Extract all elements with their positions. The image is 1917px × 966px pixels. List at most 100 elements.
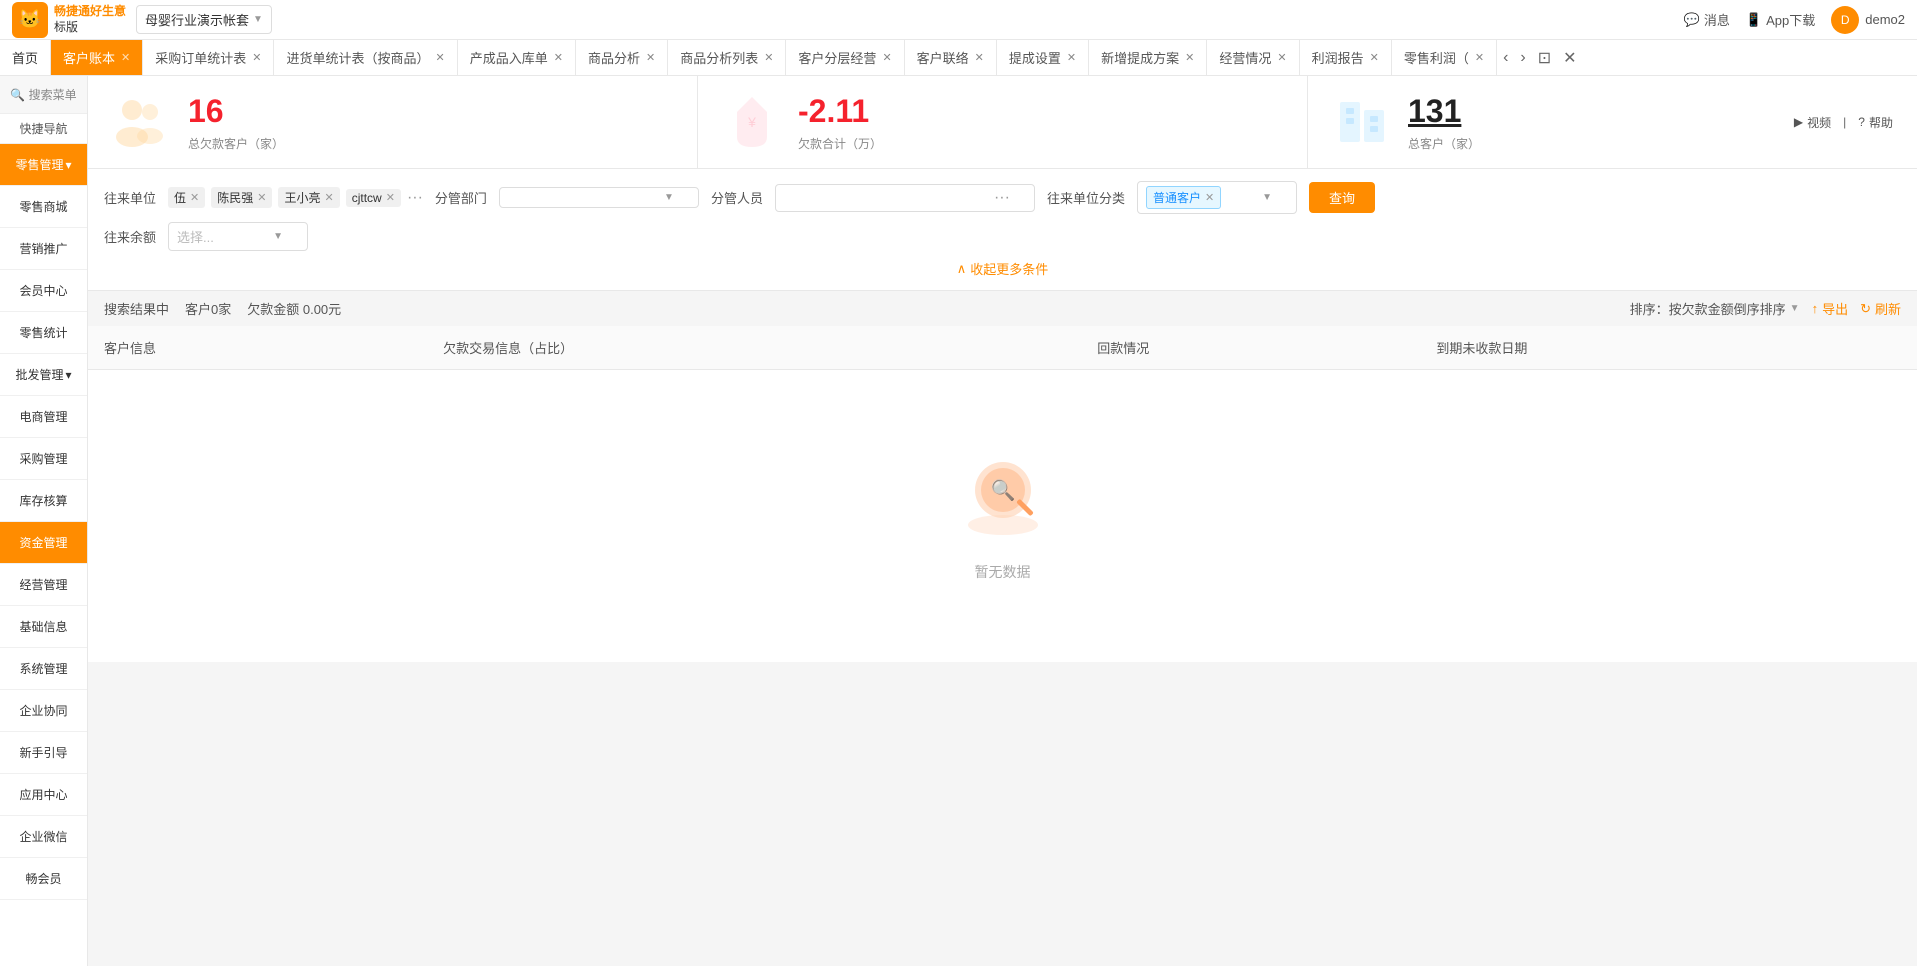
- message-btn[interactable]: 💬 消息: [1684, 10, 1730, 29]
- tab-purchase-order[interactable]: 采购订单统计表 ✕: [143, 40, 274, 75]
- tab-close-icon[interactable]: ✕: [436, 51, 445, 64]
- refresh-button[interactable]: ↻ 刷新: [1860, 299, 1901, 318]
- chevron-down-sort: ▼: [1790, 303, 1800, 314]
- tab-close-icon[interactable]: ✕: [554, 51, 563, 64]
- filter-tag-normal-remove[interactable]: ✕: [1205, 191, 1214, 204]
- help-btn[interactable]: ? 帮助: [1858, 114, 1893, 131]
- filter-unit-type-select[interactable]: 普通客户 ✕ ▼: [1137, 181, 1297, 214]
- sidebar-item-new-guide[interactable]: 新手引导: [0, 732, 87, 774]
- filter-tag-wu-remove[interactable]: ✕: [190, 191, 199, 204]
- tab-customer-tier[interactable]: 客户分层经营 ✕: [786, 40, 904, 75]
- tab-goods-list[interactable]: 商品分析列表 ✕: [668, 40, 786, 75]
- sidebar-item-ecommerce[interactable]: 电商管理: [0, 396, 87, 438]
- sidebar-item-basic-info-label: 基础信息: [19, 620, 67, 634]
- app-download-btn[interactable]: 📱 App下载: [1746, 10, 1815, 29]
- sidebar-item-operations[interactable]: 经营管理: [0, 564, 87, 606]
- tab-nav-close-all[interactable]: ✕: [1557, 40, 1582, 75]
- sidebar-quick-nav[interactable]: 快捷导航: [0, 114, 87, 144]
- help-label: 帮助: [1869, 114, 1893, 131]
- stat-debt-values: -2.11 欠款合计（万）: [798, 92, 882, 151]
- brand-subtitle: 标版: [54, 20, 126, 36]
- tab-business-status-label: 经营情况: [1219, 48, 1271, 67]
- tab-close-icon[interactable]: ✕: [1370, 51, 1379, 64]
- tab-profit-report-label: 利润报告: [1312, 48, 1364, 67]
- video-label: 视频: [1807, 114, 1831, 131]
- tab-purchase-stats[interactable]: 进货单统计表（按商品） ✕: [274, 40, 457, 75]
- top-bar: 🐱 畅捷通好生意 标版 母婴行业演示帐套 ▼ 💬 消息 📱 App下载 D de…: [0, 0, 1917, 40]
- tab-nav-more[interactable]: ‹: [1497, 40, 1514, 75]
- filter-tag-wang-remove[interactable]: ✕: [325, 191, 334, 204]
- account-selector[interactable]: 母婴行业演示帐套 ▼: [136, 5, 272, 34]
- sidebar-item-system[interactable]: 系统管理: [0, 648, 87, 690]
- sidebar-item-vip-member[interactable]: 畅会员: [0, 858, 87, 900]
- stat-all-customers: 131 总客户（家） ▶ 视频 | ? 帮助: [1308, 76, 1917, 168]
- tab-close-icon[interactable]: ✕: [764, 51, 773, 64]
- tab-close-icon[interactable]: ✕: [646, 51, 655, 64]
- message-label: 消息: [1704, 10, 1730, 29]
- filter-dept-select[interactable]: ▼: [499, 187, 699, 208]
- tab-goods-analysis-label: 商品分析: [588, 48, 640, 67]
- filter-more-tags[interactable]: ···: [407, 189, 423, 207]
- filter-manager-more[interactable]: ···: [994, 189, 1010, 207]
- tab-new-mention[interactable]: 新增提成方案 ✕: [1089, 40, 1207, 75]
- tab-home[interactable]: 首页: [0, 40, 51, 75]
- sidebar-item-retail-mall[interactable]: 零售商城: [0, 186, 87, 228]
- sidebar-search[interactable]: 🔍 搜索菜单: [0, 76, 87, 114]
- tab-mention-settings[interactable]: 提成设置 ✕: [997, 40, 1089, 75]
- video-btn[interactable]: ▶ 视频: [1794, 114, 1831, 131]
- sidebar-item-member[interactable]: 会员中心: [0, 270, 87, 312]
- filter-tag-cjttcw-remove[interactable]: ✕: [386, 191, 395, 204]
- tab-retail-profit[interactable]: 零售利润（ ✕: [1392, 40, 1497, 75]
- sidebar-item-finance[interactable]: 资金管理: [0, 522, 87, 564]
- result-bar: 搜索结果中 客户0家 欠款金额 0.00元 排序：按欠款金额倒序排序 ▼ ↑ 导…: [88, 291, 1917, 326]
- filter-tag-wu-value: 伍: [174, 189, 186, 206]
- sidebar-item-retail-stats-label: 零售统计: [19, 326, 67, 340]
- sidebar-item-retail-stats[interactable]: 零售统计: [0, 312, 87, 354]
- export-icon: ↑: [1812, 301, 1819, 316]
- sidebar-item-wholesale[interactable]: 批发管理 ▾: [0, 354, 87, 396]
- filter-balance-select[interactable]: 选择... ▼: [168, 222, 308, 251]
- sidebar-item-inventory[interactable]: 库存核算: [0, 480, 87, 522]
- sidebar-item-app-center[interactable]: 应用中心: [0, 774, 87, 816]
- export-button[interactable]: ↑ 导出: [1812, 299, 1849, 318]
- table-header: 客户信息 欠款交易信息（占比） 回款情况 到期未收款日期: [88, 326, 1917, 370]
- tab-cost-inbound[interactable]: 产成品入库单 ✕: [458, 40, 576, 75]
- sidebar-item-marketing[interactable]: 营销推广: [0, 228, 87, 270]
- filter-balance-label: 往来余额: [104, 227, 156, 246]
- tab-customer-contact[interactable]: 客户联络 ✕: [905, 40, 997, 75]
- tab-close-icon[interactable]: ✕: [121, 51, 130, 64]
- sort-button[interactable]: 排序：按欠款金额倒序排序 ▼: [1630, 299, 1800, 318]
- sidebar-item-retail-label: 零售管理: [15, 156, 63, 173]
- tab-close-icon[interactable]: ✕: [1277, 51, 1286, 64]
- tab-close-icon[interactable]: ✕: [975, 51, 984, 64]
- tab-customer-capital[interactable]: 客户账本 ✕: [51, 40, 143, 75]
- tab-close-icon[interactable]: ✕: [882, 51, 891, 64]
- tab-profit-report[interactable]: 利润报告 ✕: [1300, 40, 1392, 75]
- filter-manager-select[interactable]: ···: [775, 184, 1035, 212]
- collapse-button[interactable]: ∧ 收起更多条件: [104, 259, 1901, 278]
- sidebar-item-enterprise[interactable]: 企业协同: [0, 690, 87, 732]
- filter-unit-label: 往来单位: [104, 188, 156, 207]
- sidebar-item-basic-info[interactable]: 基础信息: [0, 606, 87, 648]
- tab-nav-forward[interactable]: ›: [1514, 40, 1531, 75]
- sidebar-item-enterprise-wechat[interactable]: 企业微信: [0, 816, 87, 858]
- sidebar-item-purchase[interactable]: 采购管理: [0, 438, 87, 480]
- sidebar-item-wholesale-label: 批发管理: [15, 366, 63, 383]
- query-button[interactable]: 查询: [1309, 182, 1375, 213]
- tab-close-icon[interactable]: ✕: [1067, 51, 1076, 64]
- sidebar-item-retail[interactable]: 零售管理 ▾: [0, 144, 87, 186]
- avatar: D: [1831, 6, 1859, 34]
- tab-close-icon[interactable]: ✕: [1185, 51, 1194, 64]
- user-area[interactable]: D demo2: [1831, 6, 1905, 34]
- tab-nav: 首页 客户账本 ✕ 采购订单统计表 ✕ 进货单统计表（按商品） ✕ 产成品入库单…: [0, 40, 1917, 76]
- tab-close-icon[interactable]: ✕: [1475, 51, 1484, 64]
- filter-tag-chen-remove[interactable]: ✕: [257, 191, 266, 204]
- tab-nav-expand[interactable]: ⊡: [1532, 40, 1557, 75]
- tab-close-icon[interactable]: ✕: [252, 51, 261, 64]
- col-payment: 回款情况: [1081, 326, 1420, 370]
- filter-row-2: 往来余额 选择... ▼: [104, 222, 1901, 251]
- stat-customers-value: 16: [188, 92, 284, 130]
- filter-tag-cjttcw: cjttcw ✕: [346, 189, 401, 207]
- tab-business-status[interactable]: 经营情况 ✕: [1207, 40, 1299, 75]
- tab-goods-analysis[interactable]: 商品分析 ✕: [576, 40, 668, 75]
